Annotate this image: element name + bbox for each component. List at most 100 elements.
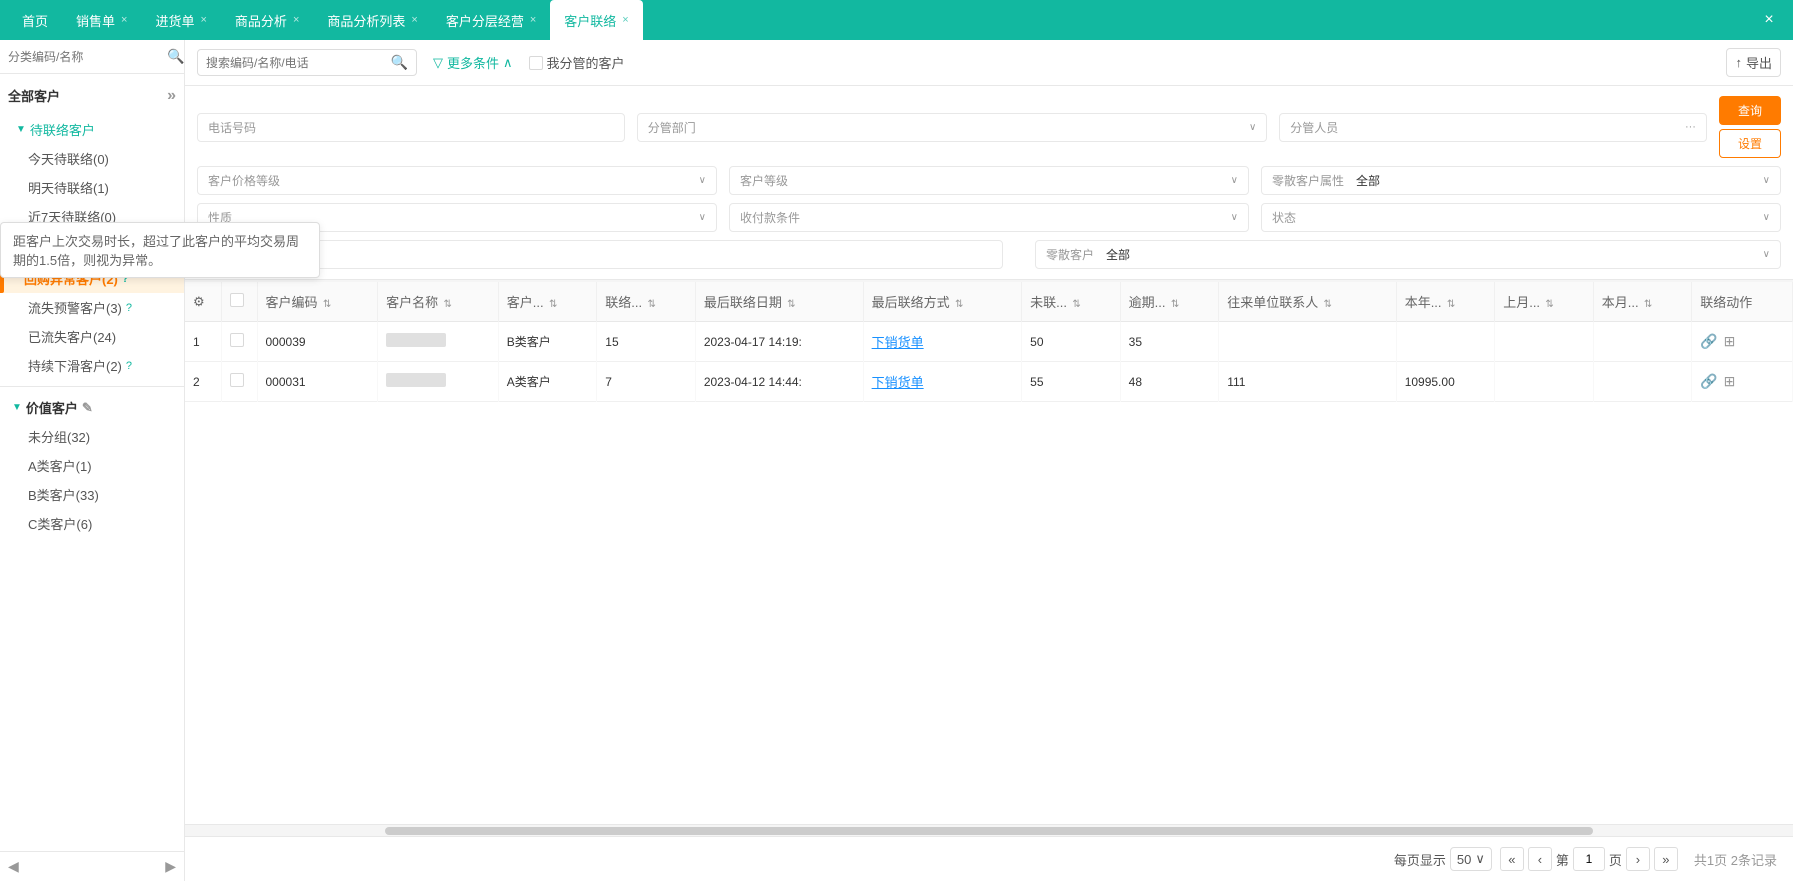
th-this-month[interactable]: 本月... ⇅ xyxy=(1593,282,1692,322)
th-name[interactable]: 客户名称 ⇅ xyxy=(378,282,499,322)
sidebar-item-tomorrow[interactable]: 明天待联络(1) xyxy=(0,173,184,202)
th-not-contacted[interactable]: 未联... ⇅ xyxy=(1022,282,1121,322)
sidebar-item-class-b[interactable]: B类客户(33) xyxy=(0,480,184,509)
nav-purchase[interactable]: 进货单 × xyxy=(141,0,220,40)
th-company-contact[interactable]: 往来单位联系人 ⇅ xyxy=(1219,282,1397,322)
th-code[interactable]: 客户编码 ⇅ xyxy=(257,282,378,322)
settings-icon[interactable]: ⚙ xyxy=(193,294,205,309)
sidebar-item-lost[interactable]: 已流失客户(24) xyxy=(0,322,184,351)
select-all-checkbox[interactable] xyxy=(230,293,244,307)
my-customer-checkbox-wrap[interactable]: 我分管的客户 xyxy=(529,53,625,72)
filter-retail-customer[interactable]: 零散客户 全部 ∨ xyxy=(1035,240,1781,269)
row-action-1: 🔗 ⊞ xyxy=(1700,373,1784,390)
cell-lcw-0[interactable]: 下销货单 xyxy=(863,322,1022,362)
nav-goods-analysis[interactable]: 商品分析 × xyxy=(221,0,313,40)
settings-button[interactable]: 设置 xyxy=(1719,129,1781,158)
nav-goods-list[interactable]: 商品分析列表 × xyxy=(313,0,431,40)
horizontal-scrollbar[interactable] xyxy=(185,824,1793,836)
action-grid-icon-1[interactable]: ⊞ xyxy=(1724,373,1736,390)
th-this-year[interactable]: 本年... ⇅ xyxy=(1396,282,1495,322)
last-page-btn[interactable]: » xyxy=(1654,847,1678,871)
cell-checkbox-0[interactable] xyxy=(221,322,257,362)
filter-payment[interactable]: 收付款条件 ∨ xyxy=(729,203,1249,232)
cell-lcd-0: 2023-04-17 14:19: xyxy=(695,322,863,362)
search-icon[interactable]: 🔍 xyxy=(391,54,408,71)
nav-customer-stratified[interactable]: 客户分层经营 × xyxy=(432,0,550,40)
sidebar-bottom-left-icon[interactable]: ◀ xyxy=(8,858,19,875)
window-close-button[interactable]: × xyxy=(1753,4,1785,36)
nav-customer-contact[interactable]: 客户联络 × xyxy=(550,0,642,40)
row-checkbox-0[interactable] xyxy=(230,333,244,347)
manager-dots[interactable]: ··· xyxy=(1685,121,1696,133)
declining-help-icon[interactable]: ? xyxy=(126,360,132,372)
tooltip-box: 距客户上次交易时长，超过了此客户的平均交易周期的1.5倍，则视为异常。 xyxy=(0,222,320,278)
search-input[interactable] xyxy=(206,56,387,70)
nav-purchase-close-icon[interactable]: × xyxy=(200,14,206,26)
next-page-btn[interactable]: › xyxy=(1626,847,1650,871)
th-last-contact-way[interactable]: 最后联络方式 ⇅ xyxy=(863,282,1022,322)
nav-sales-close-icon[interactable]: × xyxy=(121,14,127,26)
filter-customer-level[interactable]: 客户等级 ∨ xyxy=(729,166,1249,195)
value-group-edit-icon[interactable]: ✎ xyxy=(82,400,93,416)
filter-more-btn[interactable]: ▽ 更多条件 ∧ xyxy=(425,49,521,76)
first-page-btn[interactable]: « xyxy=(1500,847,1524,871)
th-overdue[interactable]: 逾期... ⇅ xyxy=(1120,282,1219,322)
sidebar-item-lost-risk[interactable]: 流失预警客户(3) ? xyxy=(0,293,184,322)
nav-sales[interactable]: 销售单 × xyxy=(62,0,141,40)
action-link-icon-0[interactable]: 🔗 xyxy=(1700,333,1717,350)
export-button[interactable]: ↑ 导出 xyxy=(1726,48,1781,77)
th-type[interactable]: 客户... ⇅ xyxy=(498,282,597,322)
cell-checkbox-1[interactable] xyxy=(221,362,257,402)
sidebar-item-declining[interactable]: 持续下滑客户(2) ? xyxy=(0,351,184,380)
my-customer-checkbox[interactable] xyxy=(529,56,543,70)
nav-customer-contact-close-icon[interactable]: × xyxy=(622,14,628,26)
contact-sort-icon: ⇅ xyxy=(647,299,655,310)
nav-goods-list-close-icon[interactable]: × xyxy=(411,14,417,26)
value-group-arrow-icon: ▼ xyxy=(12,402,22,413)
sidebar-search-input[interactable] xyxy=(8,50,163,64)
sidebar-all-customers[interactable]: 全部客户 » xyxy=(0,80,184,111)
action-grid-icon-0[interactable]: ⊞ xyxy=(1724,333,1736,350)
sidebar-collapse-icon[interactable]: » xyxy=(167,87,176,105)
nav-goods-analysis-close-icon[interactable]: × xyxy=(293,14,299,26)
row-action-0: 🔗 ⊞ xyxy=(1700,333,1784,350)
hscroll-thumb[interactable] xyxy=(385,827,1593,835)
retail-customer-chevron-icon: ∨ xyxy=(1763,249,1770,260)
sidebar-pending-group-title[interactable]: ▼ 待联络客户 xyxy=(0,115,184,144)
cell-contact-0: 15 xyxy=(597,322,696,362)
page-number-input[interactable] xyxy=(1573,847,1605,871)
sidebar-item-class-c[interactable]: C类客户(6) xyxy=(0,509,184,538)
nav-customer-stratified-close-icon[interactable]: × xyxy=(530,14,536,26)
lcd-sort-icon: ⇅ xyxy=(787,299,795,310)
filter-manager[interactable]: 分管人员 ··· xyxy=(1279,113,1707,142)
sidebar-search-icon[interactable]: 🔍 xyxy=(167,48,184,65)
status-chevron-icon: ∨ xyxy=(1763,212,1770,223)
th-last-month[interactable]: 上月... ⇅ xyxy=(1495,282,1594,322)
sidebar-item-ungrouped[interactable]: 未分组(32) xyxy=(0,422,184,451)
sidebar: 🔍 全部客户 » ▼ 待联络客户 今天待联络(0) 明天待联络(1) 近7天 xyxy=(0,40,185,881)
sidebar-item-class-a[interactable]: A类客户(1) xyxy=(0,451,184,480)
name-sort-icon: ⇅ xyxy=(444,299,452,310)
sidebar-item-today[interactable]: 今天待联络(0) xyxy=(0,144,184,173)
lost-risk-help-icon[interactable]: ? xyxy=(126,302,132,314)
cell-lcw-1[interactable]: 下销货单 xyxy=(863,362,1022,402)
cell-cc-1: 111 xyxy=(1219,362,1397,402)
th-last-contact-date[interactable]: 最后联络日期 ⇅ xyxy=(695,282,863,322)
sidebar-bottom-right-icon[interactable]: ▶ xyxy=(165,858,176,875)
filter-phone[interactable]: 电话号码 xyxy=(197,113,625,142)
filter-branch[interactable]: 分管部门 ∨ xyxy=(637,113,1268,142)
filter-retail-attr[interactable]: 零散客户属性 全部 ∨ xyxy=(1261,166,1781,195)
filter-status[interactable]: 状态 ∨ xyxy=(1261,203,1781,232)
th-contact[interactable]: 联络... ⇅ xyxy=(597,282,696,322)
th-checkbox[interactable] xyxy=(221,282,257,322)
action-link-icon-1[interactable]: 🔗 xyxy=(1700,373,1717,390)
row-checkbox-1[interactable] xyxy=(230,373,244,387)
filter-price-level[interactable]: 客户价格等级 ∨ xyxy=(197,166,717,195)
th-settings[interactable]: ⚙ xyxy=(185,282,221,322)
page-size-dropdown[interactable]: 50 ∨ xyxy=(1450,847,1492,871)
sidebar-value-group-title[interactable]: ▼ 价值客户 ✎ xyxy=(0,393,184,422)
query-button[interactable]: 查询 xyxy=(1719,96,1781,125)
filter-customer-type[interactable]: 客户类型 xyxy=(257,240,1003,269)
prev-page-btn[interactable]: ‹ xyxy=(1528,847,1552,871)
nav-home[interactable]: 首页 xyxy=(8,0,62,40)
